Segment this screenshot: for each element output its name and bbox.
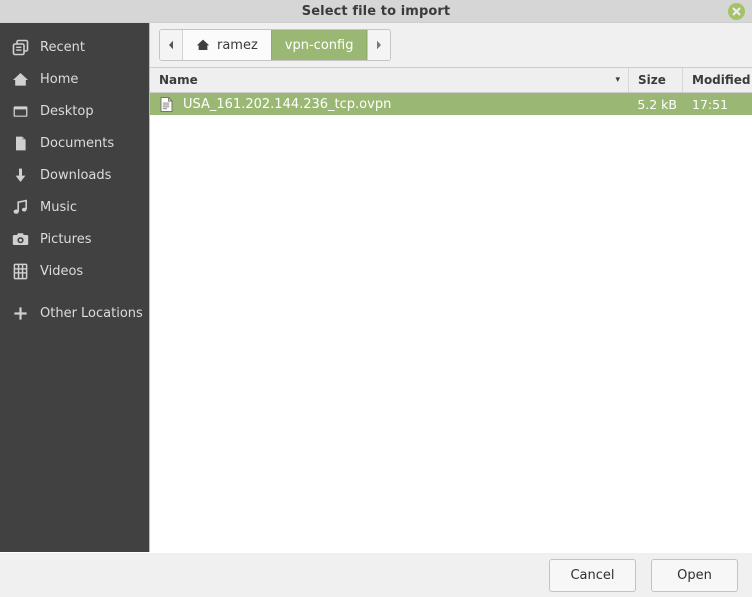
sidebar-item-label: Recent [40,39,85,55]
file-browser: ramez vpn-config Name ▾ Size Modified US… [150,23,752,552]
music-icon [11,198,29,216]
path-prev-button[interactable] [160,30,182,60]
sidebar-item-label: Home [40,71,79,87]
dialog-body: Recent Home Desktop Documents Downloads … [0,23,752,552]
pictures-icon [11,230,29,248]
sidebar-item-recent[interactable]: Recent [0,31,149,63]
sidebar-item-other-locations[interactable]: Other Locations [0,297,149,329]
file-modified-cell: 17:51 [692,96,729,112]
file-list[interactable]: USA_161.202.144.236_tcp.ovpn 5.2 kB 17:5… [150,93,752,552]
text-file-icon [159,96,173,112]
dialog-title: Select file to import [301,3,451,19]
breadcrumb-item-label: vpn-config [284,37,354,53]
sidebar-item-desktop[interactable]: Desktop [0,95,149,127]
breadcrumb: ramez vpn-config [159,29,392,61]
sidebar-item-label: Other Locations [40,305,143,321]
sidebar-item-label: Videos [40,263,84,279]
videos-icon [11,262,29,280]
chevron-down-icon: ▾ [615,74,620,85]
sidebar-item-documents[interactable]: Documents [0,127,149,159]
downloads-icon [11,166,29,184]
breadcrumb-item-ramez[interactable]: ramez [182,30,271,60]
close-icon[interactable] [728,3,745,20]
column-header-size-label: Size [638,73,666,87]
sidebar-item-pictures[interactable]: Pictures [0,223,149,255]
file-name-cell: USA_161.202.144.236_tcp.ovpn [150,96,629,112]
sidebar-item-label: Music [40,199,77,215]
table-row[interactable]: USA_161.202.144.236_tcp.ovpn 5.2 kB 17:5… [150,93,752,115]
recent-icon [11,38,29,56]
sidebar-item-home[interactable]: Home [0,63,149,95]
desktop-icon [11,102,29,120]
places-sidebar: Recent Home Desktop Documents Downloads … [0,23,150,552]
column-header-name[interactable]: Name ▾ [150,68,629,92]
file-size-cell: 5.2 kB [637,96,677,112]
column-header-modified-label: Modified [692,73,751,87]
cancel-button[interactable]: Cancel [549,558,636,592]
file-name-label: USA_161.202.144.236_tcp.ovpn [183,96,392,112]
sidebar-item-label: Pictures [40,231,92,247]
home-icon [196,38,210,52]
column-header-name-label: Name [159,73,198,87]
breadcrumb-item-label: ramez [217,37,258,53]
sidebar-item-label: Desktop [40,103,94,119]
file-chooser-dialog: Select file to import Recent Home Deskto… [0,0,752,597]
open-button[interactable]: Open [651,558,738,592]
title-bar: Select file to import [0,0,752,23]
dialog-action-bar: Cancel Open [0,552,752,597]
sidebar-item-videos[interactable]: Videos [0,255,149,287]
documents-icon [11,134,29,152]
path-bar-area: ramez vpn-config [150,23,752,67]
path-next-button[interactable] [367,30,391,60]
column-header-size[interactable]: Size [629,68,683,92]
sidebar-item-label: Downloads [40,167,112,183]
file-list-header: Name ▾ Size Modified [150,67,752,93]
plus-icon [11,304,29,322]
breadcrumb-item-vpn-config[interactable]: vpn-config [270,30,368,60]
home-icon [11,70,29,88]
sidebar-item-label: Documents [40,135,115,151]
sidebar-item-downloads[interactable]: Downloads [0,159,149,191]
column-header-modified[interactable]: Modified [683,68,752,92]
sidebar-item-music[interactable]: Music [0,191,149,223]
